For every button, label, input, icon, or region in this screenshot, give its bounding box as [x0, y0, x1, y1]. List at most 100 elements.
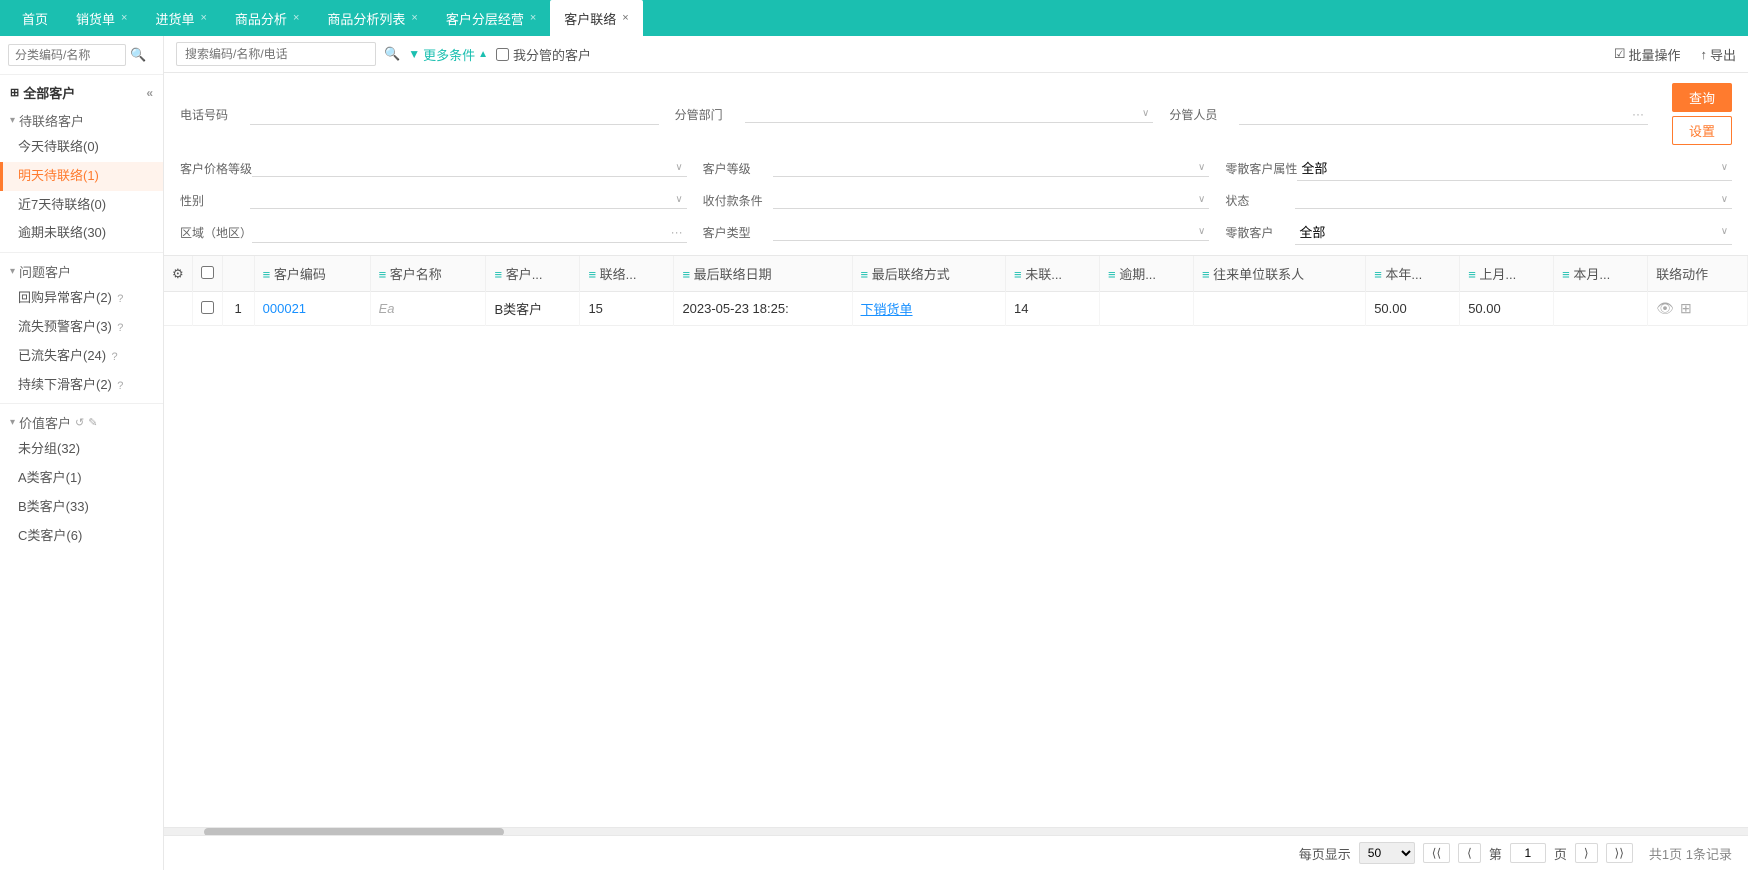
sidebar-item-ungrouped[interactable]: 未分组(32) — [0, 435, 163, 464]
close-icon[interactable]: × — [530, 12, 536, 24]
first-page-btn[interactable]: ⟨⟨ — [1423, 843, 1450, 863]
phone-input[interactable] — [250, 104, 659, 125]
sidebar-divider2 — [0, 403, 163, 404]
sidebar-group-pending[interactable]: ▾ 待联络客户 — [0, 106, 163, 133]
nav-home[interactable]: 首页 — [8, 0, 62, 36]
filter-retail-customer: 零散客户 全部 ∨ — [1225, 219, 1732, 245]
sidebar-item-today[interactable]: 今天待联络(0) — [0, 133, 163, 162]
my-customers-filter[interactable]: 我分管的客户 — [496, 45, 591, 64]
nav-purchase-order[interactable]: 进货单 × — [141, 0, 220, 36]
close-icon[interactable]: × — [622, 12, 628, 24]
col-last-contact-method[interactable]: ≡ 最后联络方式 — [852, 256, 1005, 292]
chevron-down-icon: ∨ — [1198, 226, 1205, 237]
region-select[interactable]: ··· — [252, 222, 687, 243]
filter-actions: 查询 设置 — [1672, 83, 1732, 145]
col-checkbox[interactable] — [192, 256, 222, 292]
nav-sales-order[interactable]: 销货单 × — [62, 0, 141, 36]
row-this-year: 50.00 — [1366, 292, 1460, 326]
sidebar-item-repurchase-abnormal[interactable]: 回购异常客户(2) ? — [0, 284, 163, 313]
close-icon[interactable]: × — [121, 12, 127, 24]
row-code[interactable]: 000021 — [254, 292, 370, 326]
sidebar-item-class-c[interactable]: C类客户(6) — [0, 522, 163, 551]
person-select[interactable]: ··· — [1239, 104, 1648, 125]
sidebar-all-customers[interactable]: ⊞ 全部客户 « — [0, 75, 163, 106]
col-this-month[interactable]: ≡ 本月... — [1554, 256, 1648, 292]
per-page-select[interactable]: 50 100 — [1359, 842, 1415, 864]
sidebar-search-input[interactable] — [8, 44, 126, 66]
page-input[interactable] — [1510, 843, 1546, 863]
sidebar-group-problem[interactable]: ▾ 问题客户 — [0, 257, 163, 284]
price-level-select[interactable]: ∨ — [252, 159, 687, 177]
nav-product-analysis[interactable]: 商品分析 × — [221, 0, 313, 36]
retail-customer-select[interactable]: 全部 ∨ — [1295, 219, 1732, 245]
nav-customer-contact[interactable]: 客户联络 × — [550, 0, 642, 36]
eye-icon[interactable]: 👁 — [1656, 300, 1674, 317]
sort-icon: ≡ — [1374, 267, 1382, 282]
search-icon[interactable]: 🔍 — [384, 46, 400, 62]
refresh-icon[interactable]: ↺ — [75, 416, 84, 429]
chevron-up-icon: ▲ — [478, 49, 488, 60]
batch-ops-btn[interactable]: ☑ 批量操作 — [1614, 45, 1681, 64]
edit-icon[interactable]: ✎ — [88, 416, 97, 429]
prev-page-btn[interactable]: ⟨ — [1458, 843, 1481, 863]
query-button[interactable]: 查询 — [1672, 83, 1732, 112]
col-contacts[interactable]: ≡ 联络... — [580, 256, 674, 292]
close-icon[interactable]: × — [293, 12, 299, 24]
close-icon[interactable]: × — [200, 12, 206, 24]
col-this-year[interactable]: ≡ 本年... — [1366, 256, 1460, 292]
collapse-icon[interactable]: « — [146, 86, 153, 100]
col-overdue[interactable]: ≡ 逾期... — [1099, 256, 1193, 292]
retail-attr-select[interactable]: 全部 ∨ — [1297, 155, 1732, 181]
dept-select[interactable]: ∨ — [745, 105, 1154, 123]
nav-product-analysis-list[interactable]: 商品分析列表 × — [313, 0, 431, 36]
row-last-contact-method[interactable]: 下销货单 — [852, 292, 1005, 326]
my-customers-checkbox[interactable] — [496, 48, 509, 61]
sidebar-item-churn-warning[interactable]: 流失预警客户(3) ? — [0, 313, 163, 342]
table-header-row: ⚙ ≡ 客户编码 ≡ 客户名称 ≡ 客户... — [164, 256, 1748, 292]
next-page-btn[interactable]: ⟩ — [1575, 843, 1598, 863]
row-no-contact: 14 — [1005, 292, 1099, 326]
grid-icon[interactable]: ⊞ — [1680, 300, 1692, 317]
col-last-contact-date[interactable]: ≡ 最后联络日期 — [674, 256, 852, 292]
row-checkbox[interactable] — [192, 292, 222, 326]
payment-select[interactable]: ∨ — [773, 191, 1210, 209]
col-num — [222, 256, 254, 292]
col-customer-name[interactable]: ≡ 客户名称 — [370, 256, 486, 292]
col-last-month[interactable]: ≡ 上月... — [1460, 256, 1554, 292]
nav-customer-tiering[interactable]: 客户分层经营 × — [432, 0, 550, 36]
more-conditions-btn[interactable]: ▼ 更多条件 ▲ — [408, 45, 488, 64]
customer-level-select[interactable]: ∨ — [773, 159, 1210, 177]
customer-type-select[interactable]: ∨ — [773, 223, 1210, 241]
gender-select[interactable]: ∨ — [250, 191, 687, 209]
chevron-down-icon: ∨ — [1721, 194, 1728, 205]
setting-button[interactable]: 设置 — [1672, 116, 1732, 145]
col-unit-contact[interactable]: ≡ 往来单位联系人 — [1193, 256, 1365, 292]
arrow-icon: ▾ — [10, 115, 15, 126]
sort-icon: ≡ — [1108, 267, 1116, 282]
sidebar-group-value[interactable]: ▾ 价值客户 ↺ ✎ — [0, 408, 163, 435]
scrollbar-thumb[interactable] — [204, 828, 504, 835]
chevron-down-icon: ∨ — [1198, 194, 1205, 205]
close-icon[interactable]: × — [411, 12, 417, 24]
select-all-checkbox[interactable] — [201, 266, 214, 279]
main-search-input[interactable] — [176, 42, 376, 66]
sidebar-search-icon[interactable]: 🔍 — [130, 47, 146, 63]
status-select[interactable]: ∨ — [1295, 191, 1732, 209]
sidebar-item-tomorrow[interactable]: 明天待联络(1) — [0, 162, 163, 191]
sidebar-item-churned[interactable]: 已流失客户(24) ? — [0, 342, 163, 371]
chevron-down-icon: ∨ — [1142, 108, 1149, 119]
sidebar-item-overdue[interactable]: 逾期未联络(30) — [0, 219, 163, 248]
sidebar-item-7days[interactable]: 近7天待联络(0) — [0, 191, 163, 220]
col-no-contact[interactable]: ≡ 未联... — [1005, 256, 1099, 292]
sidebar-item-class-b[interactable]: B类客户(33) — [0, 493, 163, 522]
last-page-btn[interactable]: ⟩⟩ — [1606, 843, 1633, 863]
horizontal-scrollbar[interactable] — [164, 827, 1748, 835]
sidebar-item-class-a[interactable]: A类客户(1) — [0, 464, 163, 493]
sort-icon: ≡ — [1014, 267, 1022, 282]
sidebar-item-declining[interactable]: 持续下滑客户(2) ? — [0, 371, 163, 400]
col-customer-code[interactable]: ≡ 客户编码 — [254, 256, 370, 292]
export-btn[interactable]: ↑ 导出 — [1700, 45, 1736, 64]
col-type[interactable]: ≡ 客户... — [486, 256, 580, 292]
row-settings — [164, 292, 192, 326]
col-settings[interactable]: ⚙ — [164, 256, 192, 292]
